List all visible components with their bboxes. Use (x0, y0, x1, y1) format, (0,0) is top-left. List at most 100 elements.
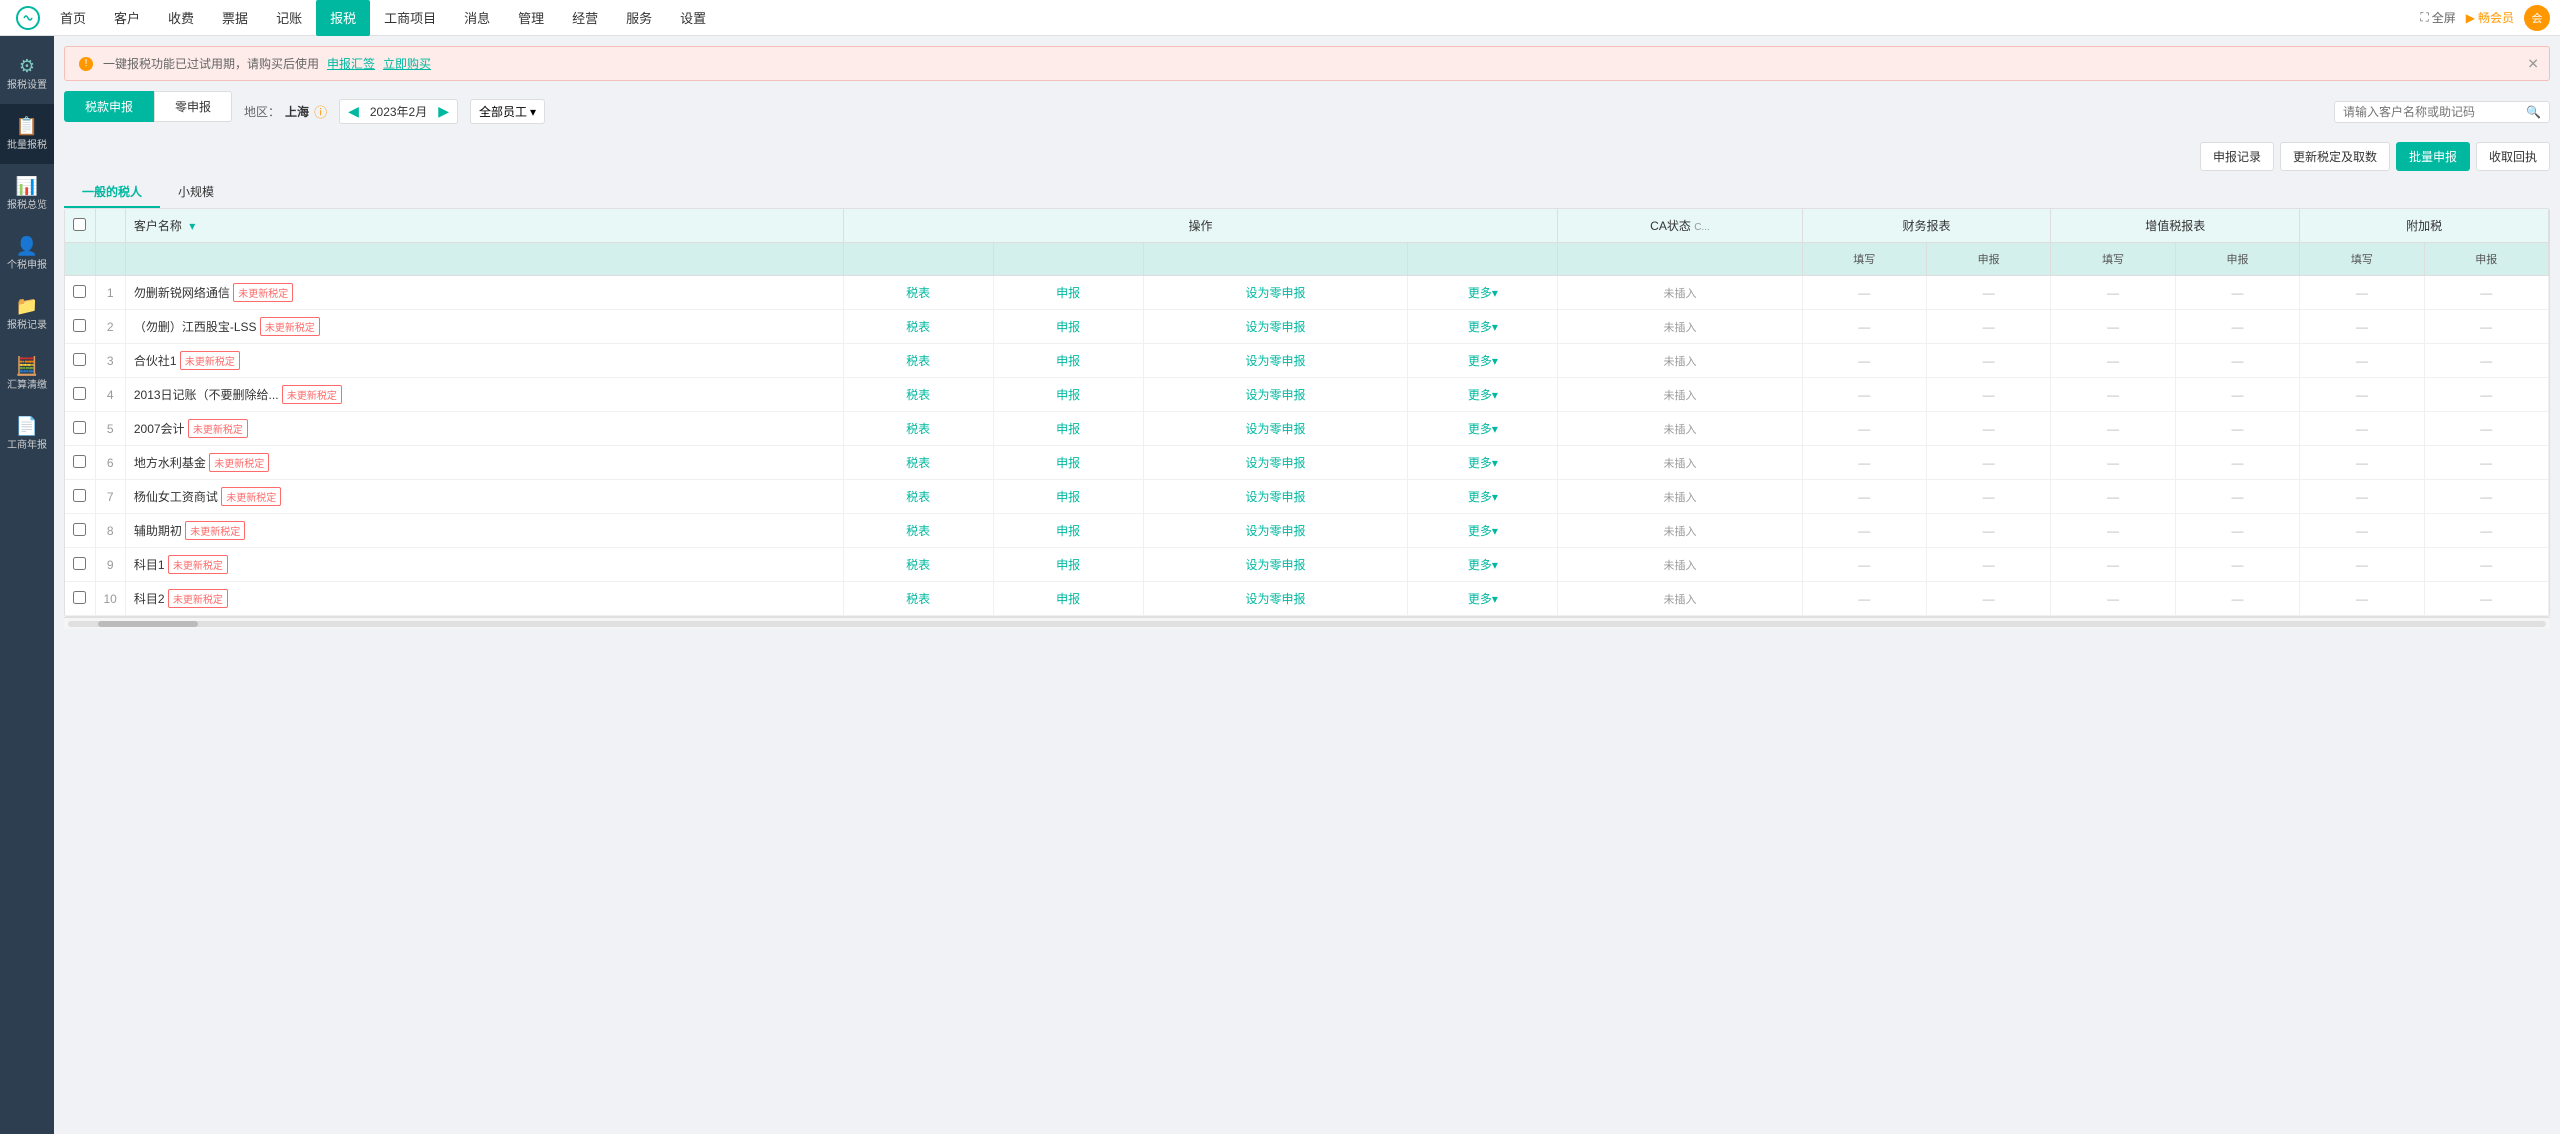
row-op-zerodeclare-8[interactable]: 设为零申报 (1143, 548, 1408, 582)
nav-invoice[interactable]: 票据 (208, 0, 262, 36)
row-checkbox-9[interactable] (73, 591, 86, 604)
sort-icon[interactable]: ▾ (189, 219, 195, 233)
row-checkbox-4[interactable] (73, 421, 86, 434)
row-checkbox-3[interactable] (73, 387, 86, 400)
row-client-name-5: 地方水利基金 未更新税定 (125, 446, 843, 480)
row-op-more-3[interactable]: 更多▾ (1408, 378, 1558, 412)
row-op-more-9[interactable]: 更多▾ (1408, 582, 1558, 616)
row-op-declare-2[interactable]: 申报 (993, 344, 1143, 378)
search-icon[interactable]: 🔍 (2526, 105, 2541, 119)
row-checkbox-2[interactable] (73, 353, 86, 366)
horizontal-scrollbar[interactable] (64, 617, 2550, 629)
sidebar-item-tax-settings[interactable]: ⚙ 报税设置 (0, 44, 54, 104)
sidebar-item-tax-overview[interactable]: 📊 报税总览 (0, 164, 54, 224)
collect-return-button[interactable]: 收取回执 (2476, 142, 2550, 171)
row-op-taxform-8[interactable]: 税表 (843, 548, 993, 582)
row-op-taxform-7[interactable]: 税表 (843, 514, 993, 548)
search-input[interactable] (2343, 105, 2523, 119)
row-op-zerodeclare-6[interactable]: 设为零申报 (1143, 480, 1408, 514)
row-op-zerodeclare-9[interactable]: 设为零申报 (1143, 582, 1408, 616)
sidebar-item-batch-tax[interactable]: 📋 批量报税 (0, 104, 54, 164)
row-op-zerodeclare-1[interactable]: 设为零申报 (1143, 310, 1408, 344)
row-op-taxform-2[interactable]: 税表 (843, 344, 993, 378)
row-op-zerodeclare-0[interactable]: 设为零申报 (1143, 276, 1408, 310)
row-status-badge-3: 未更新税定 (282, 385, 342, 404)
row-op-declare-4[interactable]: 申报 (993, 412, 1143, 446)
zero-declaration-tab[interactable]: 零申报 (154, 91, 232, 122)
staff-selector[interactable]: 全部员工 ▾ (470, 99, 545, 124)
nav-operation[interactable]: 经营 (558, 0, 612, 36)
sidebar-item-settlement[interactable]: 🧮 汇算清缴 (0, 344, 54, 404)
row-checkbox-5[interactable] (73, 455, 86, 468)
row-op-more-8[interactable]: 更多▾ (1408, 548, 1558, 582)
row-ca-status-6: 未插入 (1558, 480, 1802, 514)
row-financial-declare-9: — (1926, 582, 2050, 616)
batch-declare-button[interactable]: 批量申报 (2396, 142, 2470, 171)
row-op-declare-8[interactable]: 申报 (993, 548, 1143, 582)
nav-message[interactable]: 消息 (450, 0, 504, 36)
nav-bookkeeping[interactable]: 记账 (262, 0, 316, 36)
declaration-type-tabs: 税款申报 零申报 (64, 91, 232, 122)
row-op-declare-6[interactable]: 申报 (993, 480, 1143, 514)
row-op-zerodeclare-2[interactable]: 设为零申报 (1143, 344, 1408, 378)
tax-declaration-tab[interactable]: 税款申报 (64, 91, 154, 122)
small-scale-tab[interactable]: 小规模 (160, 177, 232, 208)
row-op-taxform-3[interactable]: 税表 (843, 378, 993, 412)
row-op-declare-5[interactable]: 申报 (993, 446, 1143, 480)
nav-bizproject[interactable]: 工商项目 (370, 0, 450, 36)
row-op-more-6[interactable]: 更多▾ (1408, 480, 1558, 514)
row-op-taxform-1[interactable]: 税表 (843, 310, 993, 344)
row-op-zerodeclare-5[interactable]: 设为零申报 (1143, 446, 1408, 480)
sidebar-item-personal-tax[interactable]: 👤 个税申报 (0, 224, 54, 284)
sidebar-label-tax-overview: 报税总览 (7, 200, 47, 212)
row-op-more-7[interactable]: 更多▾ (1408, 514, 1558, 548)
row-op-taxform-4[interactable]: 税表 (843, 412, 993, 446)
row-op-more-5[interactable]: 更多▾ (1408, 446, 1558, 480)
sidebar-item-annual-report[interactable]: 📄 工商年报 (0, 404, 54, 464)
row-op-zerodeclare-3[interactable]: 设为零申报 (1143, 378, 1408, 412)
row-op-declare-9[interactable]: 申报 (993, 582, 1143, 616)
row-op-declare-7[interactable]: 申报 (993, 514, 1143, 548)
row-op-more-1[interactable]: 更多▾ (1408, 310, 1558, 344)
sidebar-item-tax-record[interactable]: 📁 报税记录 (0, 284, 54, 344)
banner-link-buy[interactable]: 立即购买 (383, 55, 431, 72)
row-op-more-4[interactable]: 更多▾ (1408, 412, 1558, 446)
row-op-declare-3[interactable]: 申报 (993, 378, 1143, 412)
row-op-taxform-9[interactable]: 税表 (843, 582, 993, 616)
row-op-zerodeclare-4[interactable]: 设为零申报 (1143, 412, 1408, 446)
row-checkbox-cell (65, 276, 95, 310)
row-checkbox-0[interactable] (73, 285, 86, 298)
logo[interactable] (10, 0, 46, 36)
declaration-record-button[interactable]: 申报记录 (2200, 142, 2274, 171)
banner-link-declaration[interactable]: 申报汇签 (327, 55, 375, 72)
row-checkbox-7[interactable] (73, 523, 86, 536)
select-all-checkbox[interactable] (73, 218, 86, 231)
row-op-zerodeclare-7[interactable]: 设为零申报 (1143, 514, 1408, 548)
row-op-more-2[interactable]: 更多▾ (1408, 344, 1558, 378)
row-checkbox-8[interactable] (73, 557, 86, 570)
avatar[interactable]: 会 (2524, 5, 2550, 31)
nav-client[interactable]: 客户 (100, 0, 154, 36)
nav-billing[interactable]: 收费 (154, 0, 208, 36)
row-checkbox-6[interactable] (73, 489, 86, 502)
row-op-declare-0[interactable]: 申报 (993, 276, 1143, 310)
row-op-declare-1[interactable]: 申报 (993, 310, 1143, 344)
nav-home[interactable]: 首页 (46, 0, 100, 36)
prev-month-button[interactable]: ◀ (348, 103, 359, 120)
row-op-taxform-6[interactable]: 税表 (843, 480, 993, 514)
row-op-more-0[interactable]: 更多▾ (1408, 276, 1558, 310)
general-taxpayer-tab[interactable]: 一般的税人 (64, 177, 160, 208)
row-op-taxform-0[interactable]: 税表 (843, 276, 993, 310)
banner-close-button[interactable]: ✕ (2527, 55, 2539, 72)
nav-management[interactable]: 管理 (504, 0, 558, 36)
nav-service[interactable]: 服务 (612, 0, 666, 36)
nav-tax[interactable]: 报税 (316, 0, 370, 36)
row-checkbox-1[interactable] (73, 319, 86, 332)
nav-settings[interactable]: 设置 (666, 0, 720, 36)
scroll-thumb[interactable] (98, 621, 198, 627)
row-op-taxform-5[interactable]: 税表 (843, 446, 993, 480)
update-fetch-button[interactable]: 更新税定及取数 (2280, 142, 2390, 171)
next-month-button[interactable]: ▶ (438, 103, 449, 120)
member-button[interactable]: ▶ 畅会员 (2466, 9, 2514, 26)
fullscreen-button[interactable]: ⛶ 全屏 (2420, 9, 2455, 26)
